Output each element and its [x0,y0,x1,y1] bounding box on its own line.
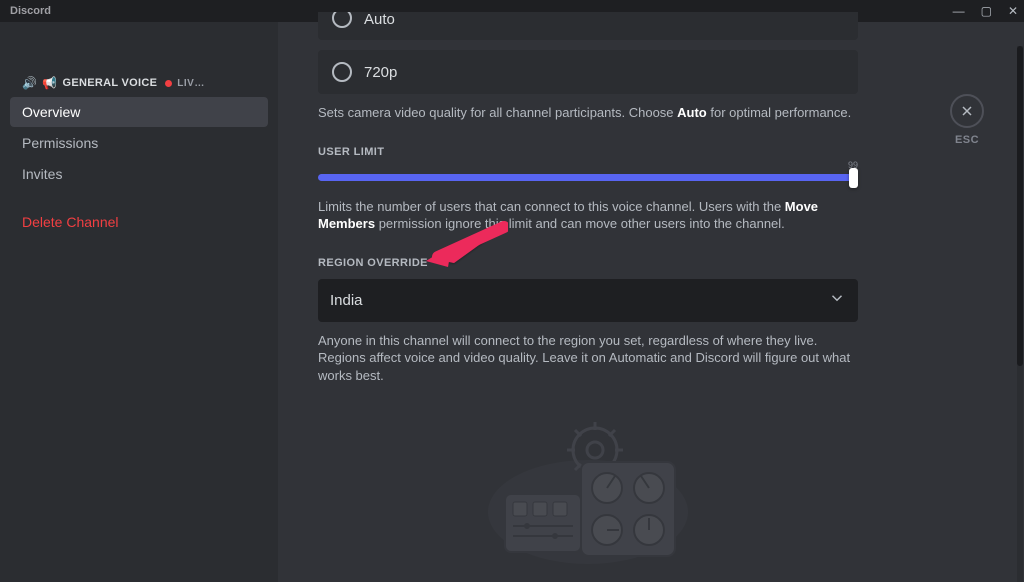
window-minimize-button[interactable]: — [953,5,965,17]
esc-label: ESC [955,134,979,146]
sidebar-item-label: Invites [22,166,62,182]
scrollbar-thumb[interactable] [1017,46,1023,366]
live-dot-icon [165,80,172,87]
user-limit-slider[interactable]: 99 [318,170,858,184]
slider-thumb[interactable] [849,168,858,188]
close-settings-button[interactable]: ESC [950,94,984,146]
breadcrumb-live-text: LIV… [177,78,205,89]
radio-icon [332,12,352,28]
radio-label: Auto [364,12,395,28]
window-close-button[interactable]: ✕ [1008,5,1018,17]
user-limit-description: Limits the number of users that can conn… [318,198,858,233]
sidebar-item-invites[interactable]: Invites [10,159,268,189]
window-maximize-button[interactable]: ▢ [981,5,992,17]
video-quality-description: Sets camera video quality for all channe… [318,104,858,122]
settings-illustration [318,414,858,574]
video-quality-option-720p[interactable]: 720p [318,50,858,94]
sidebar-item-label: Delete Channel [22,214,119,230]
speaker-icon: 📢 [42,76,57,90]
breadcrumb-channel-name: GENERAL VOICE [63,77,158,89]
region-override-label: Region Override [318,257,858,269]
breadcrumb: 🔊 📢 GENERAL VOICE LIV… [0,76,278,96]
sidebar-item-permissions[interactable]: Permissions [10,128,268,158]
scrollbar[interactable] [1017,46,1023,582]
chevron-down-icon [828,289,846,312]
radio-icon [332,62,352,82]
region-override-dropdown[interactable]: India [318,279,858,322]
close-icon [959,103,975,119]
user-limit-label: User Limit [318,146,858,158]
sidebar-item-delete-channel[interactable]: Delete Channel [10,207,268,237]
volume-icon: 🔊 [22,76,37,90]
settings-sidebar: 🔊 📢 GENERAL VOICE LIV… Overview Permissi… [0,22,278,582]
region-override-description: Anyone in this channel will connect to t… [318,332,858,385]
video-quality-option-auto[interactable]: Auto [318,12,858,40]
dropdown-value: India [330,292,363,309]
sidebar-item-label: Overview [22,104,80,120]
slider-track [318,174,858,181]
radio-label: 720p [364,64,397,81]
sidebar-item-label: Permissions [22,135,98,151]
content-area: ESC Auto 720p Sets camera video quality … [278,22,1024,582]
sidebar-item-overview[interactable]: Overview [10,97,268,127]
app-title: Discord [6,5,51,17]
